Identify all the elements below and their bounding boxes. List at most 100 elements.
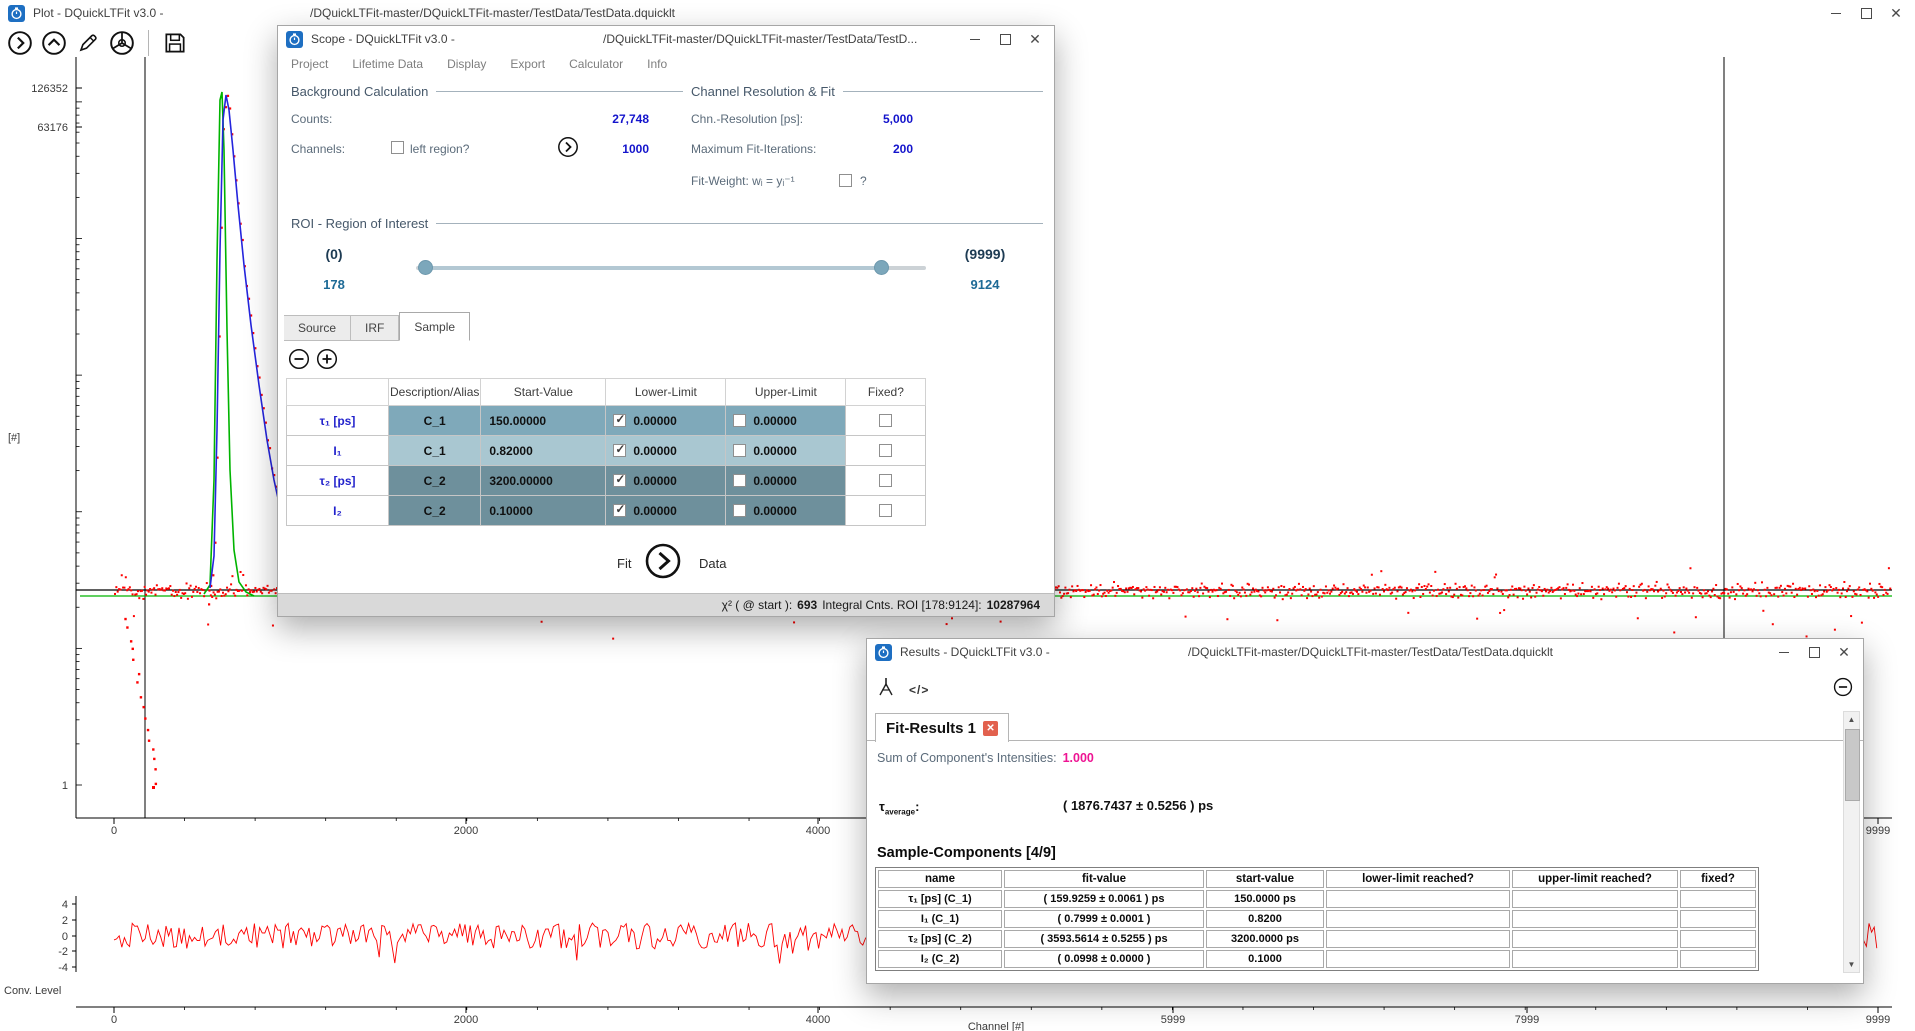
upper-limit-checkbox[interactable] bbox=[733, 504, 747, 517]
save-icon[interactable] bbox=[161, 29, 189, 57]
start-value-cell[interactable]: 0.82000 bbox=[480, 435, 607, 466]
parameter-row: I₂ C_2 0.10000 0.00000 0.00000 bbox=[286, 495, 927, 526]
fixed-cell[interactable] bbox=[845, 495, 927, 526]
vertical-scrollbar[interactable]: ▲ ▼ bbox=[1843, 711, 1860, 973]
roi-min-value: 178 bbox=[323, 277, 345, 292]
upper-limit-checkbox[interactable] bbox=[733, 444, 747, 457]
close-button[interactable]: ✕ bbox=[1881, 1, 1911, 25]
fit-run-button[interactable] bbox=[644, 542, 682, 580]
roi-lower-handle[interactable] bbox=[418, 260, 433, 275]
data-label: Data bbox=[699, 556, 727, 571]
background-group-header: Background Calculation bbox=[291, 84, 683, 99]
tab[interactable]: Source bbox=[284, 315, 352, 341]
run-fit-icon[interactable] bbox=[6, 29, 34, 57]
menu-item[interactable]: Export bbox=[510, 57, 545, 71]
alias-cell[interactable]: C_2 bbox=[387, 465, 482, 496]
roi-upper-handle[interactable] bbox=[874, 260, 889, 275]
minimize-button[interactable] bbox=[1821, 1, 1851, 25]
close-button[interactable]: ✕ bbox=[1829, 640, 1859, 664]
column-header bbox=[286, 378, 389, 406]
upper-limit-cell[interactable]: 0.00000 bbox=[725, 405, 847, 436]
menu-item[interactable]: Calculator bbox=[569, 57, 623, 71]
pencil-icon[interactable] bbox=[74, 29, 102, 57]
fixed-cell[interactable] bbox=[845, 465, 927, 496]
y-axis-title: [#] bbox=[8, 432, 20, 444]
result-row: I₂ (C_2) ( 0.0998 ± 0.0000 ) 0.1000 bbox=[878, 950, 1756, 968]
aperture-icon[interactable] bbox=[108, 29, 136, 57]
tau-average-label: τaverage: bbox=[879, 799, 920, 817]
fit-weight-checkbox[interactable] bbox=[839, 174, 852, 187]
axis-tick-label: 9999 bbox=[1866, 1014, 1890, 1026]
parameter-name: I₂ bbox=[286, 495, 389, 526]
maximize-button[interactable] bbox=[1799, 640, 1829, 664]
tab-close-icon[interactable]: ✕ bbox=[983, 720, 999, 736]
app-icon bbox=[286, 30, 303, 48]
remove-component-button[interactable] bbox=[288, 348, 310, 370]
code-view-icon[interactable]: </> bbox=[909, 683, 929, 697]
minimize-button[interactable] bbox=[960, 27, 990, 51]
fit-results-tab[interactable]: Fit-Results 1 ✕ bbox=[875, 713, 1010, 742]
lower-limit-cell[interactable]: 0.00000 bbox=[605, 465, 727, 496]
upper-limit-cell[interactable]: 0.00000 bbox=[725, 465, 847, 496]
scope-window-path: /DQuickLTFit-master/DQuickLTFit-master/T… bbox=[603, 32, 918, 46]
alias-cell[interactable]: C_2 bbox=[387, 495, 482, 526]
tab[interactable]: Sample bbox=[399, 312, 471, 341]
parameter-row: τ₂ [ps] C_2 3200.00000 0.00000 0.00000 bbox=[286, 465, 927, 496]
channels-label: Channels: bbox=[291, 142, 346, 156]
scroll-down-arrow[interactable]: ▼ bbox=[1844, 957, 1859, 972]
main-window-controls: ✕ bbox=[1821, 0, 1911, 26]
upper-limit-checkbox[interactable] bbox=[733, 414, 747, 427]
app-icon bbox=[875, 643, 892, 661]
start-value-cell[interactable]: 150.00000 bbox=[480, 405, 607, 436]
upper-limit-checkbox[interactable] bbox=[733, 474, 747, 487]
fixed-checkbox[interactable] bbox=[879, 444, 893, 457]
chi-square-label: χ² ( @ start ): bbox=[721, 598, 793, 612]
lower-limit-cell[interactable]: 0.00000 bbox=[605, 405, 727, 436]
fit-weight-label: Fit-Weight: wᵢ = yᵢ⁻¹ bbox=[691, 174, 795, 188]
start-value-cell[interactable]: 0.10000 bbox=[480, 495, 607, 526]
group-title: Background Calculation bbox=[291, 84, 429, 99]
fixed-checkbox[interactable] bbox=[879, 504, 893, 517]
lower-limit-cell[interactable]: 0.00000 bbox=[605, 495, 727, 526]
lower-limit-checkbox[interactable] bbox=[613, 412, 627, 427]
upper-limit-cell[interactable]: 0.00000 bbox=[725, 435, 847, 466]
result-row: τ₁ [ps] (C_1) ( 159.9259 ± 0.0061 ) ps 1… bbox=[878, 890, 1756, 908]
fixed-checkbox[interactable] bbox=[879, 474, 893, 487]
lower-limit-checkbox[interactable] bbox=[613, 442, 627, 457]
tab[interactable]: IRF bbox=[351, 315, 400, 341]
maximize-button[interactable] bbox=[1851, 1, 1881, 25]
menu-item[interactable]: Display bbox=[447, 57, 486, 71]
maximize-button[interactable] bbox=[990, 27, 1020, 51]
alias-cell[interactable]: C_1 bbox=[387, 405, 482, 436]
scrollbar-thumb[interactable] bbox=[1845, 729, 1860, 801]
lower-limit-cell[interactable]: 0.00000 bbox=[605, 435, 727, 466]
upper-limit-cell[interactable]: 0.00000 bbox=[725, 495, 847, 526]
scroll-up-arrow[interactable]: ▲ bbox=[1844, 712, 1859, 727]
minimize-button[interactable] bbox=[1769, 640, 1799, 664]
start-value-cell[interactable]: 3200.00000 bbox=[480, 465, 607, 496]
collapse-icon[interactable] bbox=[1833, 677, 1853, 697]
lower-limit-checkbox[interactable] bbox=[613, 502, 627, 517]
column-header: Description/Alias bbox=[387, 378, 482, 406]
fixed-cell[interactable] bbox=[845, 435, 927, 466]
result-fit-value: ( 3593.5614 ± 0.5255 ) ps bbox=[1004, 930, 1204, 948]
plot-marker-icon[interactable] bbox=[877, 677, 895, 702]
alias-cell[interactable]: C_1 bbox=[387, 435, 482, 466]
apply-background-button[interactable] bbox=[557, 136, 579, 158]
close-button[interactable]: ✕ bbox=[1020, 27, 1050, 51]
fixed-checkbox[interactable] bbox=[879, 414, 893, 427]
fixed-cell[interactable] bbox=[845, 405, 927, 436]
lower-limit-checkbox[interactable] bbox=[613, 472, 627, 487]
column-header: Lower-Limit bbox=[605, 378, 727, 406]
chi-square-value: 693 bbox=[797, 598, 818, 612]
axis-tick-label: 2 bbox=[62, 915, 68, 927]
roi-min-hint: (0) bbox=[325, 246, 343, 262]
export-up-icon[interactable] bbox=[40, 29, 68, 57]
add-component-button[interactable] bbox=[316, 348, 338, 370]
result-upper-limit bbox=[1512, 950, 1678, 968]
axis-tick-label: 4 bbox=[62, 899, 68, 911]
menu-item[interactable]: Info bbox=[647, 57, 667, 71]
left-region-checkbox[interactable] bbox=[391, 141, 404, 154]
menu-item[interactable]: Lifetime Data bbox=[352, 57, 423, 71]
menu-item[interactable]: Project bbox=[291, 57, 328, 71]
